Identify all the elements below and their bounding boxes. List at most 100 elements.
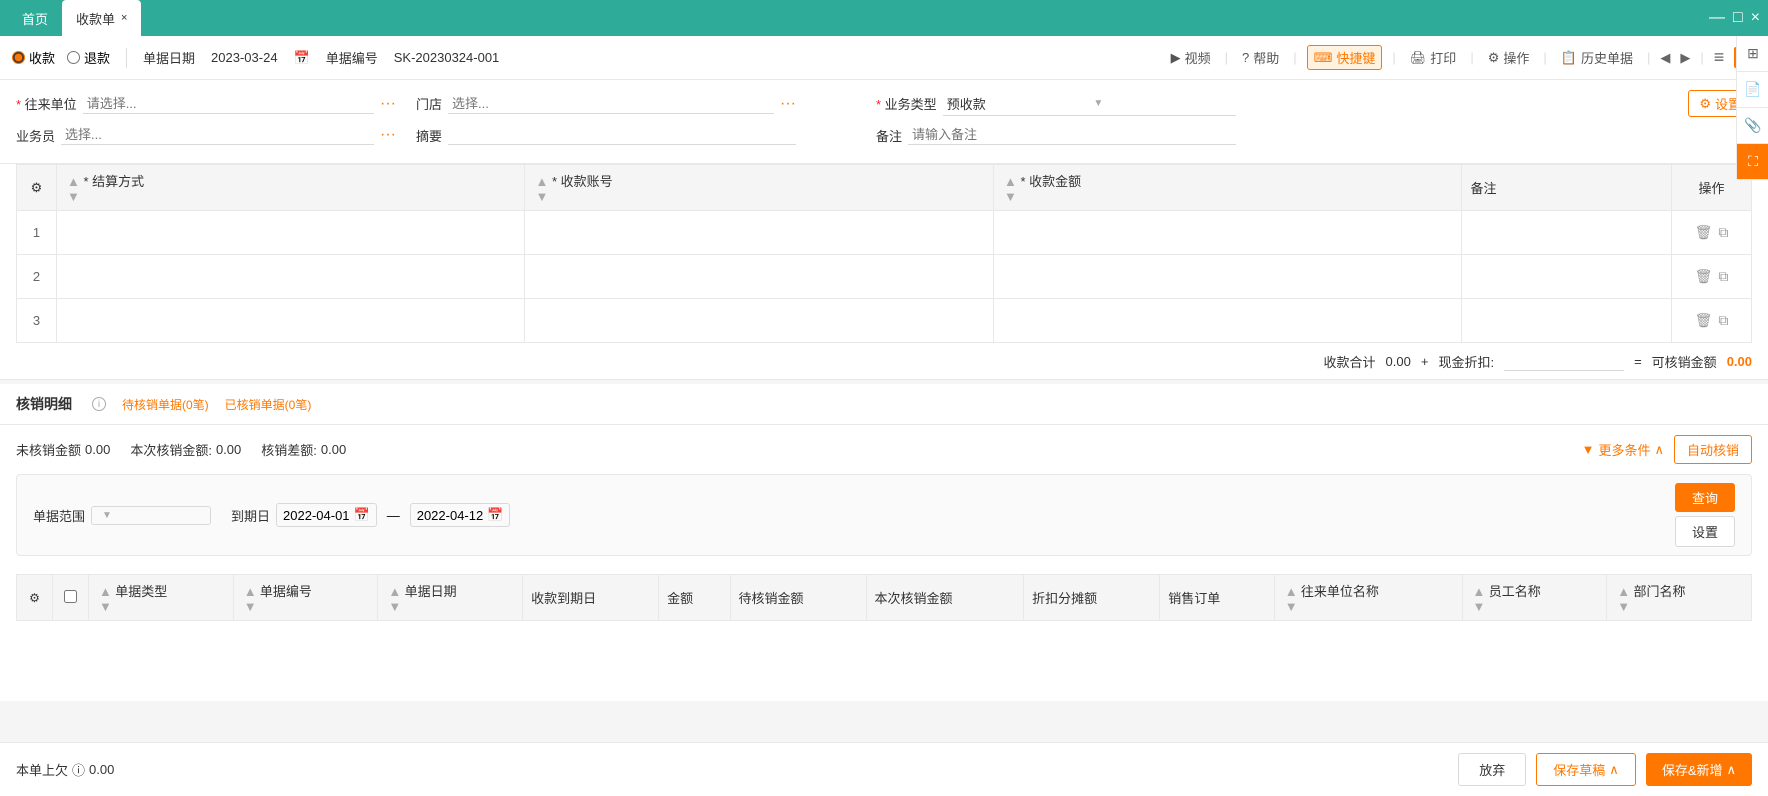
pending-tab[interactable]: 待核销单据(0笔) [122, 396, 209, 413]
row-1-account[interactable] [525, 211, 993, 255]
radio-refund[interactable]: 退款 [67, 48, 110, 67]
help-btn[interactable]: ? 帮助 [1238, 46, 1283, 69]
table-settings-icon[interactable]: ⚙ [31, 180, 43, 195]
minimize-btn[interactable]: — [1709, 9, 1725, 27]
calendar-from-icon[interactable]: 📅 [354, 507, 370, 523]
summary-input[interactable] [448, 125, 796, 145]
store-field: 门店 ··· [416, 94, 796, 114]
maximize-btn[interactable]: □ [1733, 9, 1743, 27]
row-3-amount[interactable] [993, 299, 1461, 343]
settings-icon: ⚙ [1699, 96, 1711, 112]
row-3-remark[interactable] [1462, 299, 1672, 343]
tab-home[interactable]: 首页 [8, 0, 62, 36]
tab-receipt-label: 收款单 [76, 9, 115, 28]
video-btn[interactable]: ▶ 视频 [1167, 46, 1215, 69]
business-type-arrow[interactable]: ▼ [1089, 96, 1236, 111]
doc-range-label: 单据范围 [33, 506, 85, 525]
counterparty-input[interactable] [83, 94, 374, 114]
nav-right-btn[interactable]: ▶ [1680, 50, 1690, 66]
bottom-table-area: ⚙ ▲▼ 单据类型 ▲▼ 单据编号 ▲▼ 单据日期 收款到期日 [0, 574, 1768, 701]
tab-receipt[interactable]: 收款单 × [62, 0, 141, 36]
discount-input[interactable] [1504, 351, 1624, 371]
completed-tab[interactable]: 已核销单据(0笔) [225, 396, 312, 413]
row-1-delete-icon[interactable]: 🗑 [1695, 224, 1713, 241]
btcol-amount: 金额 [659, 575, 730, 621]
tab-receipt-close[interactable]: × [121, 12, 127, 24]
row-3-account[interactable] [525, 299, 993, 343]
business-type-value: 预收款 [943, 92, 1090, 115]
row-2-copy-icon[interactable]: ⧉ [1718, 268, 1728, 285]
counterparty-more-btn[interactable]: ··· [380, 96, 396, 112]
row-1-amount[interactable] [993, 211, 1461, 255]
total-label: 收款合计 [1324, 352, 1376, 371]
btcol-salesorder: 销售订单 [1160, 575, 1274, 621]
btcol-staff: ▲▼ 员工名称 [1462, 575, 1607, 621]
store-more-btn[interactable]: ··· [780, 96, 796, 112]
operations-btn[interactable]: ⚙ 操作 [1484, 46, 1534, 69]
list-view-btn[interactable]: ≡ [1714, 47, 1725, 68]
due-date-label: 到期日 [231, 506, 270, 525]
col-account: ▲▼ * 收款账号 [525, 165, 993, 211]
due-date-to-input[interactable]: 2022-04-12 📅 [410, 503, 511, 527]
right-panel-doc-icon[interactable]: 📄 [1737, 72, 1768, 108]
radio-receipt[interactable]: 收款 [12, 48, 55, 67]
form-row-1: 往来单位 ··· 门店 ··· 业务类型 预收款 ▼ ⚙ 设置 [16, 90, 1752, 117]
history-btn[interactable]: 📋 历史单据 [1557, 46, 1637, 69]
close-btn[interactable]: × [1751, 9, 1760, 27]
auto-reconcile-btn[interactable]: 自动核销 [1674, 435, 1752, 464]
btcol-doctype-label: 单据类型 [115, 584, 167, 599]
due-date-from-input[interactable]: 2022-04-01 📅 [276, 503, 377, 527]
btcol-dept-label: 部门名称 [1633, 584, 1685, 599]
select-all-checkbox[interactable] [64, 590, 77, 603]
row-3-delete-icon[interactable]: 🗑 [1695, 312, 1713, 329]
print-icon: 🖨 [1410, 50, 1427, 66]
remark-input[interactable] [908, 125, 1236, 145]
doc-range-select[interactable]: ▼ [91, 506, 211, 525]
nav-left-btn[interactable]: ◀ [1660, 50, 1670, 66]
doc-range-arrow: ▼ [102, 510, 112, 521]
unreconciled-stat: 未核销金额 0.00 [16, 440, 110, 459]
draft-btn[interactable]: 保存草稿 ∧ [1536, 753, 1636, 786]
right-panel-screen-icon[interactable]: ⛶ [1737, 144, 1768, 180]
shortcut-btn[interactable]: ⌨ 快捷键 [1307, 45, 1383, 70]
row-3-settlement[interactable] [57, 299, 525, 343]
btcol-checkbox[interactable] [53, 575, 89, 621]
right-panel-table-icon[interactable]: ⊞ [1737, 36, 1768, 72]
print-btn[interactable]: 🖨 打印 [1406, 46, 1461, 69]
more-conditions-btn[interactable]: ▼ 更多条件 ∧ [1582, 440, 1664, 459]
store-input[interactable] [448, 94, 774, 114]
right-panel-clip-icon[interactable]: 📎 [1737, 108, 1768, 144]
filter-settings-btn[interactable]: 设置 [1675, 516, 1735, 547]
row-2-delete-icon[interactable]: 🗑 [1695, 268, 1713, 285]
row-1-copy-icon[interactable]: ⧉ [1718, 224, 1728, 241]
col-settings[interactable]: ⚙ [17, 165, 57, 211]
unreconciled-label: 未核销金额 [16, 440, 81, 459]
query-btn[interactable]: 查询 [1675, 483, 1735, 512]
discard-btn[interactable]: 放弃 [1458, 753, 1526, 786]
btcol-duedate: 收款到期日 [523, 575, 659, 621]
row-2-remark[interactable] [1462, 255, 1672, 299]
row-1-remark[interactable] [1462, 211, 1672, 255]
remark-label: 备注 [876, 126, 902, 145]
staff-input[interactable] [61, 125, 374, 145]
row-2-settlement[interactable] [57, 255, 525, 299]
remark-field: 备注 [876, 125, 1236, 145]
col-settlement: ▲▼ * 结算方式 [57, 165, 525, 211]
row-2-amount[interactable] [993, 255, 1461, 299]
row-1-settlement[interactable] [57, 211, 525, 255]
business-type-select[interactable]: 预收款 ▼ [943, 92, 1236, 116]
row-3-copy-icon[interactable]: ⧉ [1718, 312, 1728, 329]
help-label: 帮助 [1253, 48, 1279, 67]
calendar-icon[interactable]: 📅 [294, 50, 310, 66]
col-remark-label: 备注 [1470, 181, 1496, 196]
row-2-account[interactable] [525, 255, 993, 299]
bottom-info-icon[interactable]: ⓘ [72, 760, 85, 779]
btcol-settings[interactable]: ⚙ [17, 575, 53, 621]
row-3-num: 3 [17, 299, 57, 343]
save-btn[interactable]: 保存&新增 ∧ [1646, 753, 1752, 786]
verification-info-icon[interactable]: i [92, 397, 106, 411]
calendar-to-icon[interactable]: 📅 [487, 507, 503, 523]
bottom-table: ⚙ ▲▼ 单据类型 ▲▼ 单据编号 ▲▼ 单据日期 收款到期日 [16, 574, 1752, 621]
operations-label: 操作 [1503, 48, 1529, 67]
staff-more-btn[interactable]: ··· [380, 127, 396, 143]
